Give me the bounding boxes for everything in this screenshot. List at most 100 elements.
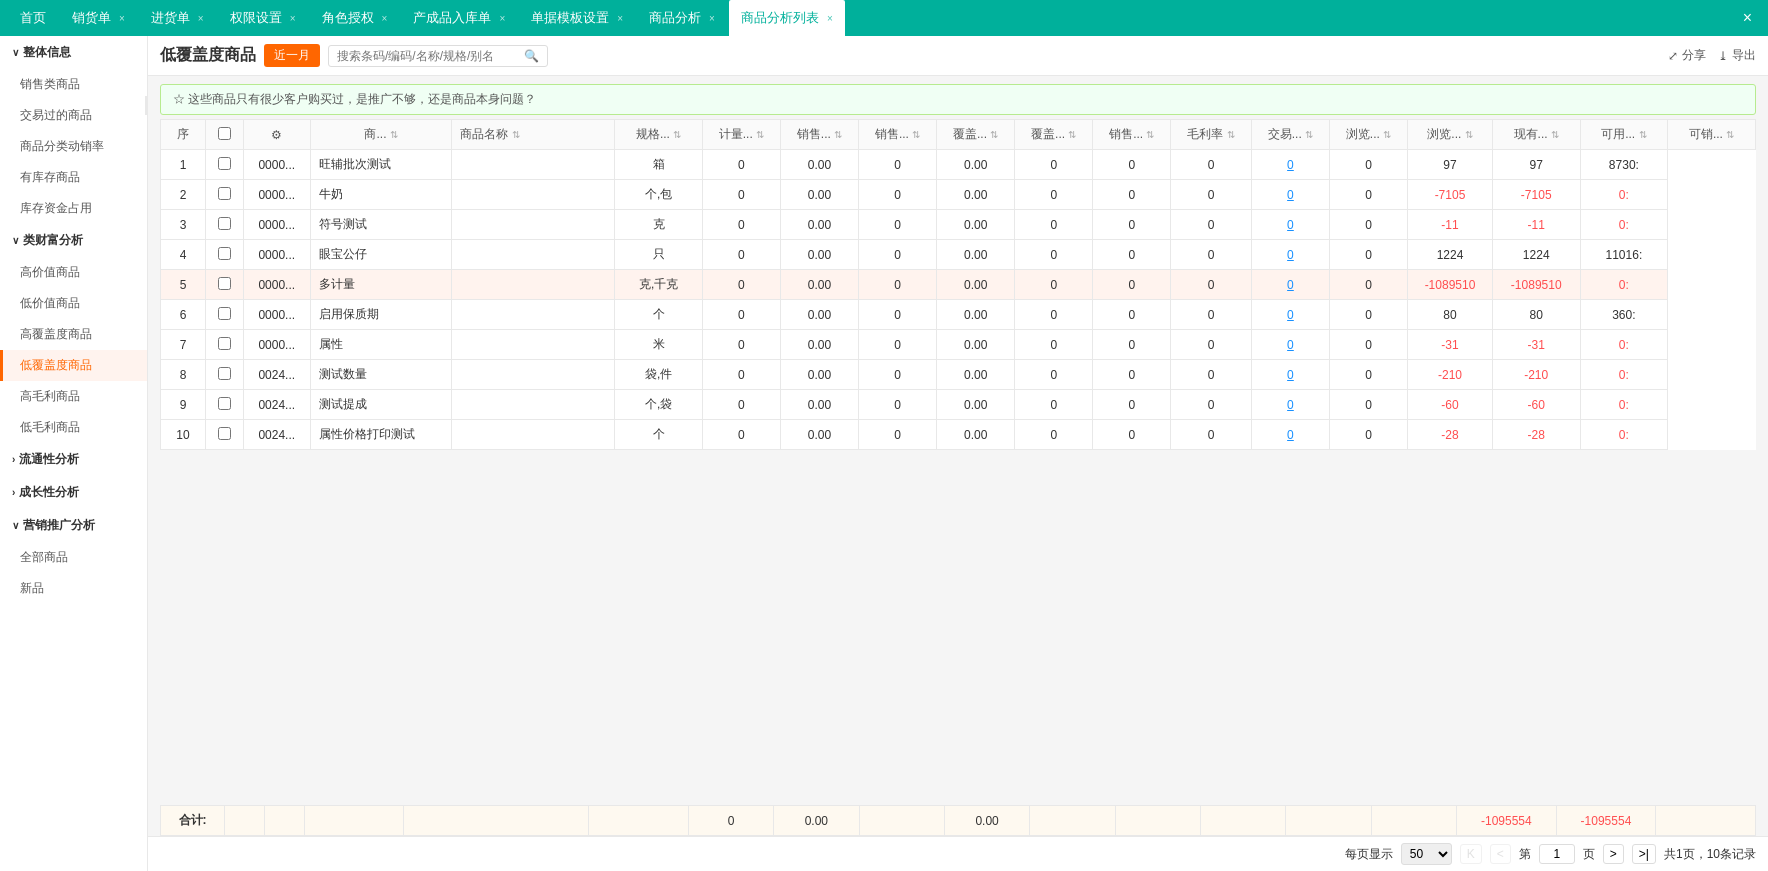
page-number-input[interactable] bbox=[1539, 844, 1575, 864]
row-checkbox[interactable] bbox=[218, 187, 231, 200]
first-page-button[interactable]: K bbox=[1460, 844, 1482, 864]
row-checkbox[interactable] bbox=[218, 217, 231, 230]
nav-purchase[interactable]: 进货单 × bbox=[139, 0, 216, 36]
browse-link[interactable]: 0 bbox=[1287, 338, 1294, 352]
sidebar-section-wealth[interactable]: ∨ 类财富分析 bbox=[0, 224, 147, 257]
cell-check[interactable] bbox=[206, 390, 244, 420]
cell-browse1[interactable]: 0 bbox=[1251, 300, 1329, 330]
cell-check[interactable] bbox=[206, 150, 244, 180]
sidebar-collapse-button[interactable]: « bbox=[145, 96, 148, 115]
cell-check[interactable] bbox=[206, 420, 244, 450]
row-checkbox[interactable] bbox=[218, 277, 231, 290]
row-checkbox[interactable] bbox=[218, 247, 231, 260]
sidebar-item-traded-goods[interactable]: 交易过的商品 bbox=[0, 100, 147, 131]
cell-check[interactable] bbox=[206, 240, 244, 270]
col-header-coverage2[interactable]: 覆盖... ⇅ bbox=[1015, 120, 1093, 150]
cell-check[interactable] bbox=[206, 210, 244, 240]
close-icon[interactable]: × bbox=[382, 13, 388, 24]
row-checkbox[interactable] bbox=[218, 157, 231, 170]
col-header-browse2[interactable]: 浏览... ⇅ bbox=[1408, 120, 1493, 150]
search-icon[interactable]: 🔍 bbox=[524, 49, 539, 63]
col-header-coverage1[interactable]: 覆盖... ⇅ bbox=[937, 120, 1015, 150]
sidebar-item-high-coverage[interactable]: 高覆盖度商品 bbox=[0, 319, 147, 350]
col-header-sales-qty[interactable]: 销售... ⇅ bbox=[780, 120, 858, 150]
export-button[interactable]: ⤓ 导出 bbox=[1718, 47, 1756, 64]
col-header-available[interactable]: 可用... ⇅ bbox=[1580, 120, 1668, 150]
close-icon[interactable]: × bbox=[709, 13, 715, 24]
nav-analysis[interactable]: 商品分析 × bbox=[637, 0, 727, 36]
search-input[interactable] bbox=[337, 49, 524, 63]
browse-link[interactable]: 0 bbox=[1287, 308, 1294, 322]
sidebar-section-growth[interactable]: › 成长性分析 bbox=[0, 476, 147, 509]
close-icon[interactable]: × bbox=[290, 13, 296, 24]
sidebar-item-high-value[interactable]: 高价值商品 bbox=[0, 257, 147, 288]
cell-browse1[interactable]: 0 bbox=[1251, 390, 1329, 420]
col-header-current-stock[interactable]: 现有... ⇅ bbox=[1492, 120, 1580, 150]
col-header-settings[interactable]: ⚙ bbox=[243, 120, 310, 150]
per-page-select[interactable]: 50 10 20 100 bbox=[1401, 843, 1452, 865]
share-button[interactable]: ⤢ 分享 bbox=[1668, 47, 1706, 64]
sidebar-item-all-goods[interactable]: 全部商品 bbox=[0, 542, 147, 573]
close-icon[interactable]: × bbox=[499, 13, 505, 24]
sidebar-item-low-value[interactable]: 低价值商品 bbox=[0, 288, 147, 319]
browse-link[interactable]: 0 bbox=[1287, 278, 1294, 292]
nav-production[interactable]: 产成品入库单 × bbox=[401, 0, 517, 36]
sidebar-item-low-margin[interactable]: 低毛利商品 bbox=[0, 412, 147, 443]
browse-link[interactable]: 0 bbox=[1287, 428, 1294, 442]
cell-browse1[interactable]: 0 bbox=[1251, 240, 1329, 270]
nav-analysis-list[interactable]: 商品分析列表 × bbox=[729, 0, 845, 36]
close-icon[interactable]: × bbox=[198, 13, 204, 24]
sidebar-section-circulation[interactable]: › 流通性分析 bbox=[0, 443, 147, 476]
col-header-spec[interactable]: 规格... ⇅ bbox=[615, 120, 703, 150]
col-header-trade[interactable]: 交易... ⇅ bbox=[1251, 120, 1329, 150]
cell-browse1[interactable]: 0 bbox=[1251, 180, 1329, 210]
row-checkbox[interactable] bbox=[218, 427, 231, 440]
col-header-saleable[interactable]: 可销... ⇅ bbox=[1668, 120, 1756, 150]
col-header-gross-margin[interactable]: 毛利率 ⇅ bbox=[1171, 120, 1252, 150]
sidebar-item-high-margin[interactable]: 高毛利商品 bbox=[0, 381, 147, 412]
prev-page-button[interactable]: < bbox=[1490, 844, 1511, 864]
next-page-button[interactable]: > bbox=[1603, 844, 1624, 864]
row-checkbox[interactable] bbox=[218, 367, 231, 380]
cell-check[interactable] bbox=[206, 270, 244, 300]
row-checkbox[interactable] bbox=[218, 337, 231, 350]
nav-template[interactable]: 单据模板设置 × bbox=[519, 0, 635, 36]
browse-link[interactable]: 0 bbox=[1287, 398, 1294, 412]
cell-browse1[interactable]: 0 bbox=[1251, 270, 1329, 300]
close-all-button[interactable]: × bbox=[1735, 9, 1760, 27]
last-page-button[interactable]: >| bbox=[1632, 844, 1656, 864]
time-filter-button[interactable]: 近一月 bbox=[264, 44, 320, 67]
col-header-code[interactable]: 商... ⇅ bbox=[310, 120, 452, 150]
cell-browse1[interactable]: 0 bbox=[1251, 150, 1329, 180]
nav-role[interactable]: 角色授权 × bbox=[310, 0, 400, 36]
close-icon[interactable]: × bbox=[119, 13, 125, 24]
sidebar-item-category-rate[interactable]: 商品分类动销率 bbox=[0, 131, 147, 162]
sidebar-item-stock-goods[interactable]: 有库存商品 bbox=[0, 162, 147, 193]
nav-home[interactable]: 首页 bbox=[8, 0, 58, 36]
sidebar-section-marketing[interactable]: ∨ 营销推广分析 bbox=[0, 509, 147, 542]
cell-browse1[interactable]: 0 bbox=[1251, 360, 1329, 390]
row-checkbox[interactable] bbox=[218, 397, 231, 410]
cell-browse1[interactable]: 0 bbox=[1251, 330, 1329, 360]
close-icon[interactable]: × bbox=[827, 13, 833, 24]
sidebar-item-sales-goods[interactable]: 销售类商品 bbox=[0, 69, 147, 100]
browse-link[interactable]: 0 bbox=[1287, 188, 1294, 202]
browse-link[interactable]: 0 bbox=[1287, 368, 1294, 382]
sidebar-item-low-coverage[interactable]: 低覆盖度商品 bbox=[0, 350, 147, 381]
browse-link[interactable]: 0 bbox=[1287, 218, 1294, 232]
nav-permission[interactable]: 权限设置 × bbox=[218, 0, 308, 36]
row-checkbox[interactable] bbox=[218, 307, 231, 320]
cell-check[interactable] bbox=[206, 330, 244, 360]
sidebar-item-new-goods[interactable]: 新品 bbox=[0, 573, 147, 604]
close-icon[interactable]: × bbox=[617, 13, 623, 24]
sidebar-section-overall[interactable]: ∨ 整体信息 bbox=[0, 36, 147, 69]
cell-check[interactable] bbox=[206, 300, 244, 330]
col-header-browse1[interactable]: 浏览... ⇅ bbox=[1330, 120, 1408, 150]
sidebar-item-stock-capital[interactable]: 库存资金占用 bbox=[0, 193, 147, 224]
browse-link[interactable]: 0 bbox=[1287, 248, 1294, 262]
cell-browse1[interactable]: 0 bbox=[1251, 210, 1329, 240]
col-header-sales-amt[interactable]: 销售... ⇅ bbox=[859, 120, 937, 150]
cell-browse1[interactable]: 0 bbox=[1251, 420, 1329, 450]
cell-check[interactable] bbox=[206, 360, 244, 390]
browse-link[interactable]: 0 bbox=[1287, 158, 1294, 172]
